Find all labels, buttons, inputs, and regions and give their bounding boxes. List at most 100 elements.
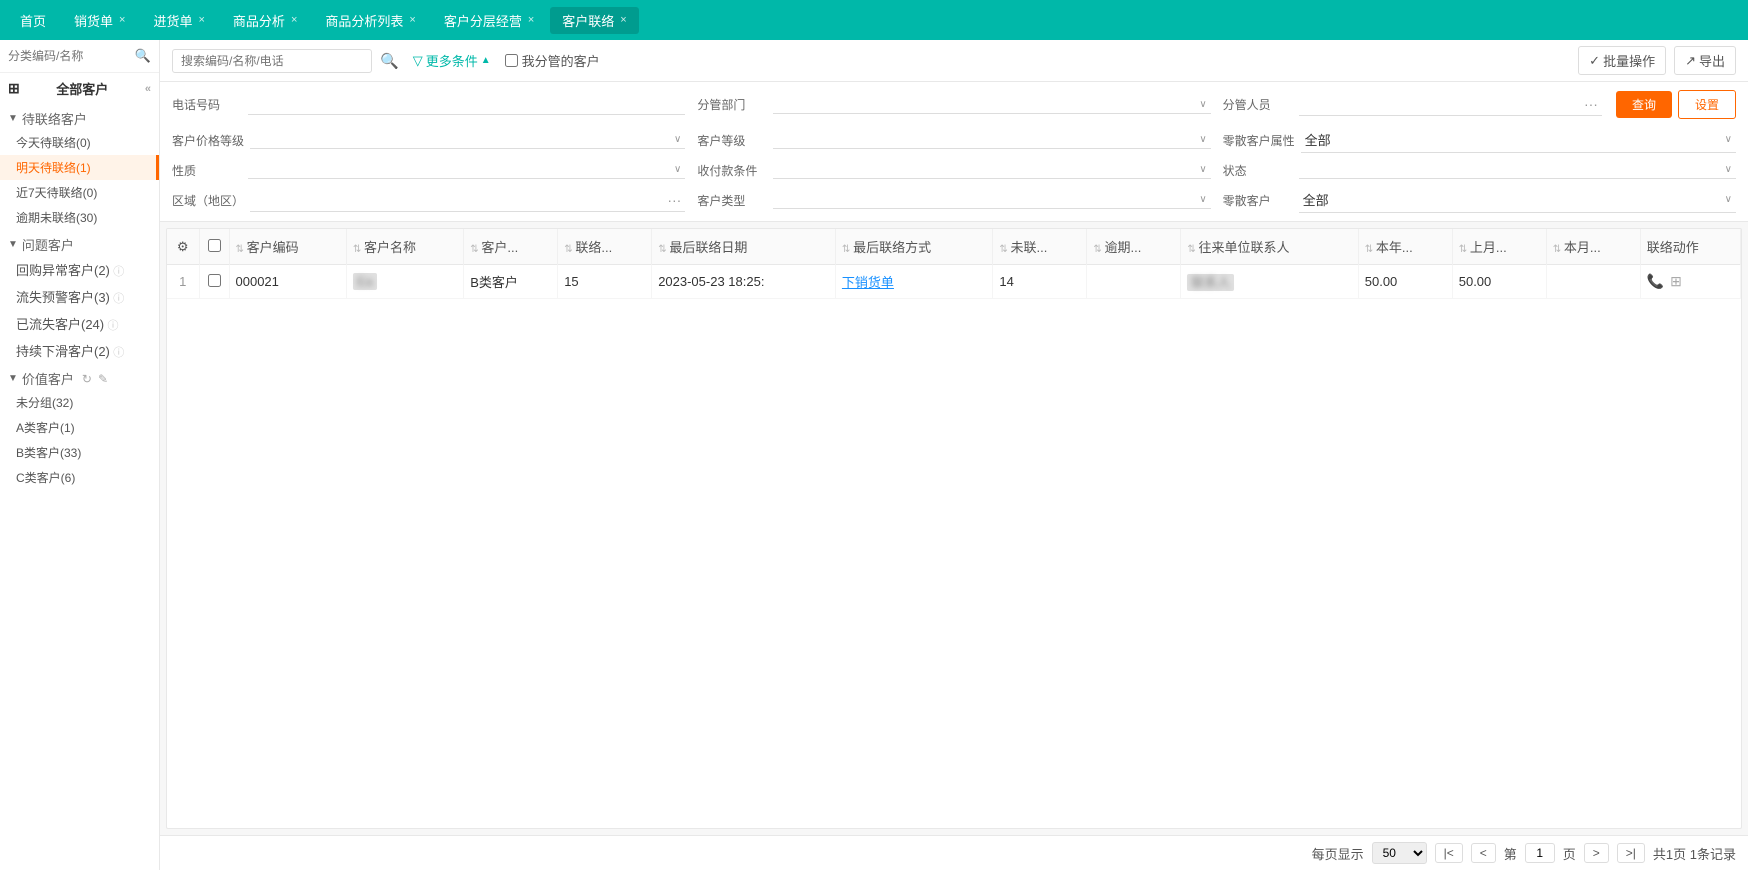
sidebar-item-b-class[interactable]: B类客户(33) xyxy=(0,440,159,465)
chevron-down-icon: ∨ xyxy=(1725,194,1732,205)
nav-sales-order[interactable]: 销货单 × xyxy=(62,7,137,34)
scattered-label: 零散客户 xyxy=(1223,192,1293,209)
more-conditions-btn[interactable]: ▽ 更多条件 ▲ xyxy=(407,48,497,73)
phone-input[interactable] xyxy=(248,94,685,115)
sidebar-item-churn-warning[interactable]: 流失预警客户(3) ⓘ xyxy=(0,283,159,310)
phone-action-icon[interactable]: 📞 xyxy=(1647,273,1664,290)
scattered-attr-select[interactable]: 全部 ∨ xyxy=(1301,127,1736,153)
sidebar-item-7days[interactable]: 近7天待联络(0) xyxy=(0,180,159,205)
set-button[interactable]: 设置 xyxy=(1678,90,1736,119)
sidebar-group-value[interactable]: ▼ 价值客户 ↻ ✎ xyxy=(0,364,159,390)
nav-close-icon[interactable]: × xyxy=(409,14,415,26)
col-last-contact-method[interactable]: ⇅ 最后联络方式 xyxy=(835,229,992,265)
filter-row-scattered-attr: 零散客户属性 全部 ∨ xyxy=(1223,127,1736,153)
row-checkbox[interactable] xyxy=(199,265,229,299)
scattered-select[interactable]: 全部 ∨ xyxy=(1299,187,1736,213)
search-input[interactable] xyxy=(172,49,372,73)
sidebar-search-input[interactable] xyxy=(8,49,131,63)
batch-operation-btn[interactable]: ✓ 批量操作 xyxy=(1578,46,1666,75)
last-page-btn[interactable]: >| xyxy=(1617,843,1645,863)
next-page-btn[interactable]: > xyxy=(1584,843,1609,863)
sidebar-search-bar: 🔍 xyxy=(0,40,159,73)
col-this-month[interactable]: ⇅ 本月... xyxy=(1546,229,1640,265)
col-customer-name[interactable]: ⇅ 客户名称 xyxy=(346,229,463,265)
content-area: 🔍 ▽ 更多条件 ▲ 我分管的客户 ✓ 批量操作 ↗ 导出 xyxy=(160,40,1748,870)
col-customer-type[interactable]: ⇅ 客户... xyxy=(464,229,558,265)
prev-page-btn[interactable]: < xyxy=(1471,843,1496,863)
query-button[interactable]: 查询 xyxy=(1616,91,1672,118)
sort-icon: ⇅ xyxy=(1093,244,1104,255)
sidebar-item-ungrouped[interactable]: 未分组(32) xyxy=(0,390,159,415)
sidebar-item-today[interactable]: 今天待联络(0) xyxy=(0,130,159,155)
nav-product-analysis[interactable]: 商品分析 × xyxy=(221,7,309,34)
chevron-down-icon: ∨ xyxy=(1199,99,1206,110)
row-select-checkbox[interactable] xyxy=(208,274,221,287)
nature-select[interactable]: ∨ xyxy=(248,161,685,179)
dept-select[interactable]: ∨ xyxy=(773,96,1210,114)
nav-close-icon[interactable]: × xyxy=(198,14,204,26)
sidebar-item-declining[interactable]: 持续下滑客户(2) ⓘ xyxy=(0,337,159,364)
nav-purchase-order[interactable]: 进货单 × xyxy=(141,7,216,34)
region-dots-btn[interactable]: ··· xyxy=(667,192,681,208)
sidebar-search-icon[interactable]: 🔍 xyxy=(135,48,151,64)
col-uncontacted[interactable]: ⇅ 未联... xyxy=(993,229,1087,265)
customer-level-label: 客户等级 xyxy=(697,132,767,149)
customer-level-select[interactable]: ∨ xyxy=(773,131,1210,149)
col-company-contact[interactable]: ⇅ 往来单位联系人 xyxy=(1181,229,1358,265)
filter-row-customer-level: 客户等级 ∨ xyxy=(697,127,1210,153)
sidebar-item-overdue[interactable]: 逾期未联络(30) xyxy=(0,205,159,230)
customer-type-select[interactable]: ∨ xyxy=(773,191,1210,209)
sidebar-item-c-class[interactable]: C类客户(6) xyxy=(0,465,159,490)
sidebar-group-pending[interactable]: ▼ 待联络客户 xyxy=(0,104,159,130)
filter-row-price-level: 客户价格等级 ∨ xyxy=(172,127,685,153)
all-customers-header[interactable]: ⊞ 全部客户 « xyxy=(0,73,159,104)
price-level-select[interactable]: ∨ xyxy=(250,131,685,149)
my-customers-check[interactable] xyxy=(505,54,518,67)
sidebar-item-abnormal[interactable]: 回购异常客户(2) ⓘ xyxy=(0,256,159,283)
sidebar-item-tomorrow[interactable]: 明天待联络(1) xyxy=(0,155,159,180)
page-size-select[interactable]: 50 100 200 xyxy=(1372,842,1427,864)
row-type: B类客户 xyxy=(464,265,558,299)
grid-action-icon[interactable]: ⊞ xyxy=(1670,273,1682,290)
search-icon[interactable]: 🔍 xyxy=(380,52,399,70)
sidebar-item-a-class[interactable]: A类客户(1) xyxy=(0,415,159,440)
nav-close-icon[interactable]: × xyxy=(528,14,534,26)
nav-home[interactable]: 首页 xyxy=(8,7,58,34)
filter-row-region: 区域（地区） ··· xyxy=(172,187,685,213)
sidebar-item-churned[interactable]: 已流失客户(24) ⓘ xyxy=(0,310,159,337)
col-settings[interactable]: ⚙ xyxy=(167,229,199,265)
payment-select[interactable]: ∨ xyxy=(773,161,1210,179)
col-last-month[interactable]: ⇅ 上月... xyxy=(1452,229,1546,265)
sales-order-link[interactable]: 下销货单 xyxy=(842,275,894,290)
col-checkbox[interactable] xyxy=(199,229,229,265)
sort-icon: ⇅ xyxy=(1553,244,1564,255)
col-last-contact-date[interactable]: ⇅ 最后联络日期 xyxy=(652,229,836,265)
sort-icon: ⇅ xyxy=(236,244,247,255)
select-all-checkbox[interactable] xyxy=(208,239,221,252)
nav-close-icon[interactable]: × xyxy=(620,14,626,26)
col-overdue[interactable]: ⇅ 逾期... xyxy=(1087,229,1181,265)
refresh-icon[interactable]: ↻ xyxy=(82,372,92,386)
col-this-year[interactable]: ⇅ 本年... xyxy=(1358,229,1452,265)
col-contact[interactable]: ⇅ 联络... xyxy=(558,229,652,265)
sidebar-group-problem[interactable]: ▼ 问题客户 xyxy=(0,230,159,256)
settings-icon[interactable]: ⚙ xyxy=(177,239,189,254)
page-number-input[interactable] xyxy=(1525,843,1555,863)
first-page-btn[interactable]: |< xyxy=(1435,843,1463,863)
edit-icon[interactable]: ✎ xyxy=(98,372,108,386)
row-overdue xyxy=(1087,265,1181,299)
export-btn[interactable]: ↗ 导出 xyxy=(1674,46,1736,75)
my-customers-checkbox[interactable]: 我分管的客户 xyxy=(505,51,600,70)
nav-close-icon[interactable]: × xyxy=(291,14,297,26)
current-page-label: 第 xyxy=(1504,844,1517,863)
nav-customer-contact[interactable]: 客户联络 × xyxy=(550,7,638,34)
export-icon: ↗ xyxy=(1685,53,1696,69)
nav-customer-segmentation[interactable]: 客户分层经营 × xyxy=(432,7,546,34)
sidebar: 🔍 ⊞ 全部客户 « ▼ 待联络客户 今天待联络(0) 明天待联络(1) 近7天… xyxy=(0,40,160,870)
col-customer-code[interactable]: ⇅ 客户编码 xyxy=(229,229,346,265)
status-select[interactable]: ∨ xyxy=(1299,161,1736,179)
nav-product-analysis-list[interactable]: 商品分析列表 × xyxy=(313,7,427,34)
manager-dots-btn[interactable]: ··· xyxy=(1584,96,1598,112)
nav-close-icon[interactable]: × xyxy=(119,14,125,26)
row-last-method[interactable]: 下销货单 xyxy=(835,265,992,299)
